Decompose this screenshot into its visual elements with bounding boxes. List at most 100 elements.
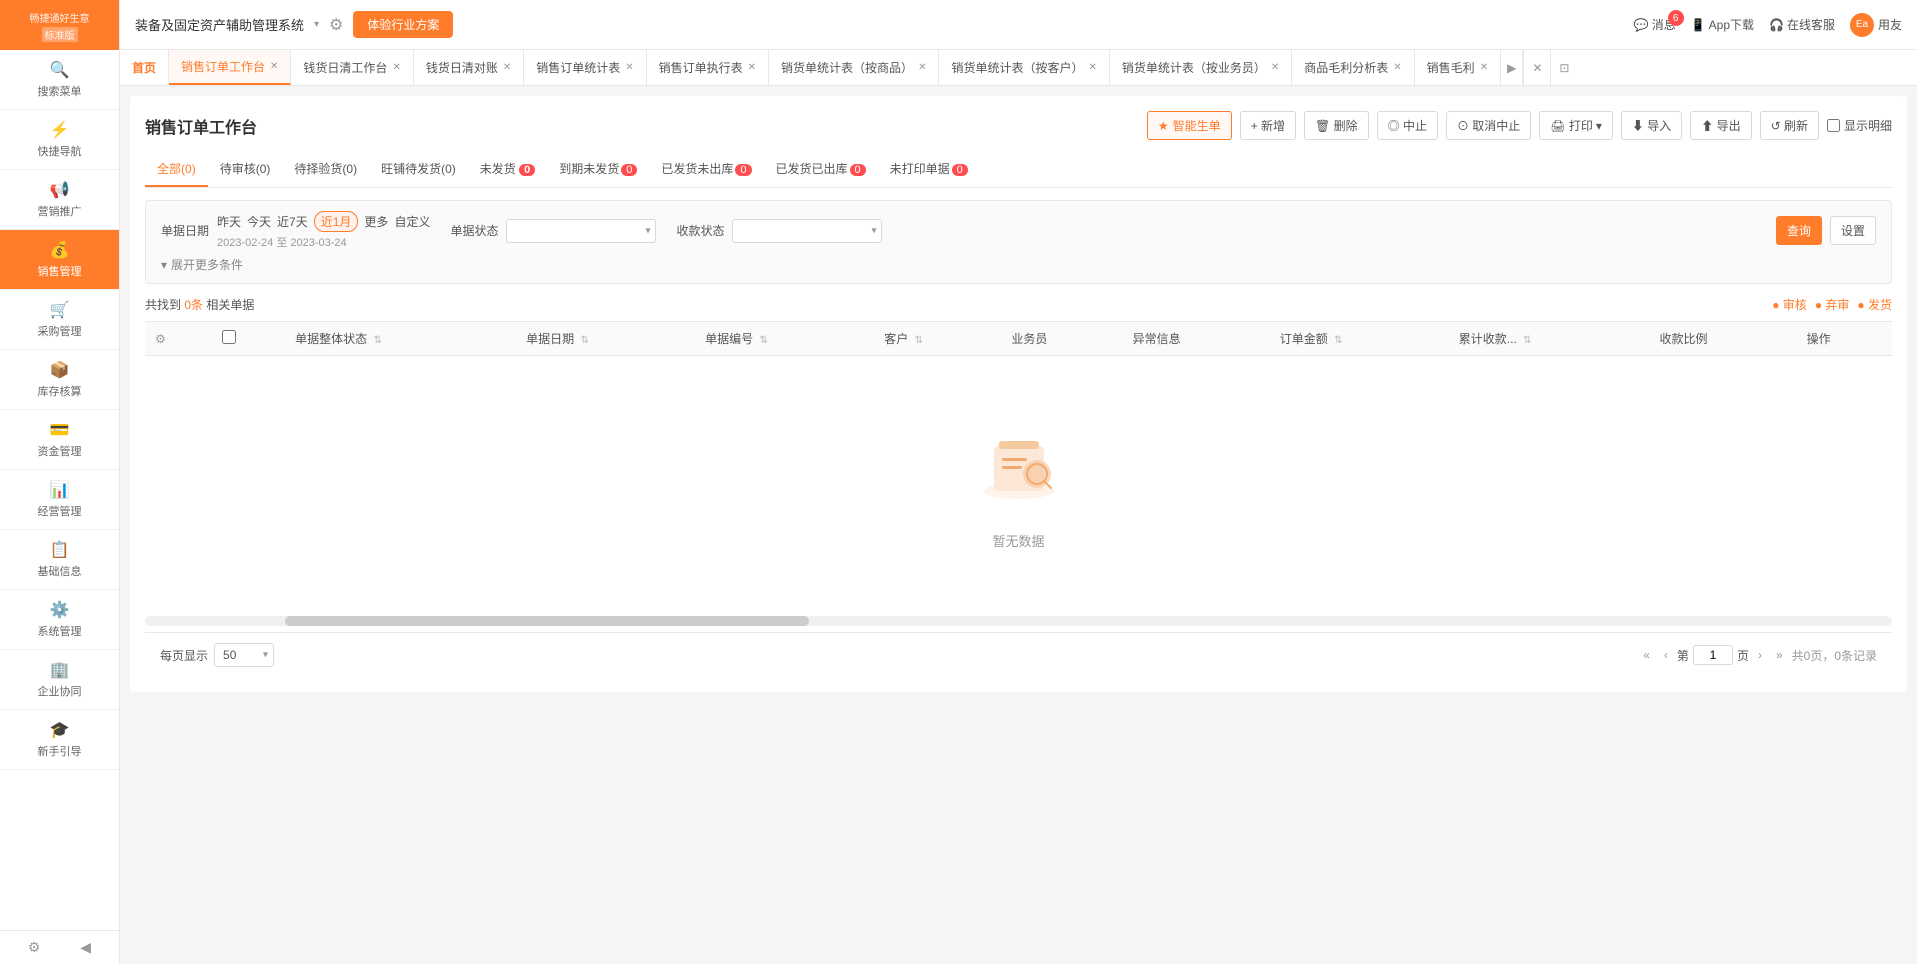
- system-dropdown-icon[interactable]: ▾: [314, 19, 319, 30]
- tab-home[interactable]: 首页: [120, 50, 169, 85]
- refresh-label: ↺ 刷新: [1771, 117, 1808, 134]
- sub-tab-shipped-not-out[interactable]: 已发货未出库0: [649, 152, 763, 187]
- user-info[interactable]: Ea 用友: [1850, 13, 1902, 37]
- tab-gross-profit[interactable]: 商品毛利分析表 ✕: [1292, 50, 1414, 85]
- tab-expand[interactable]: ⊡: [1550, 50, 1577, 85]
- tab-close-icon[interactable]: ✕: [392, 62, 400, 73]
- app-download-btn[interactable]: 📱 App下载: [1691, 16, 1754, 33]
- sort-icon: ⇅: [915, 335, 923, 346]
- sidebar-item-inventory[interactable]: 📦 库存核算: [0, 350, 119, 410]
- date-more[interactable]: 更多: [364, 213, 388, 230]
- refresh-button[interactable]: ↺ 刷新: [1760, 111, 1819, 140]
- sidebar-item-marketing[interactable]: 📢 营销推广: [0, 170, 119, 230]
- tab-close-icon[interactable]: ✕: [625, 62, 633, 73]
- import-button[interactable]: ⬇ 导入: [1621, 111, 1682, 140]
- delete-button[interactable]: 🗑 删除: [1304, 111, 1369, 140]
- tab-sales-gross[interactable]: 销售毛利 ✕: [1415, 50, 1501, 85]
- select-all-checkbox[interactable]: [222, 330, 236, 344]
- sub-tab-label: 待择验货(0): [294, 162, 357, 176]
- next-page-btn[interactable]: ›: [1753, 646, 1767, 664]
- sidebar-item-quick-nav[interactable]: ⚡ 快捷导航: [0, 110, 119, 170]
- review-action-btn[interactable]: ● 审核: [1772, 296, 1807, 313]
- top-header: 装备及固定资产辅助管理系统 ▾ ⚙ 体验行业方案 💬 消息 6 📱 App下载 …: [120, 0, 1917, 50]
- query-button[interactable]: 查询: [1776, 216, 1822, 245]
- horizontal-scrollbar[interactable]: [145, 616, 1892, 626]
- tab-close-icon[interactable]: ✕: [1480, 62, 1488, 73]
- status-select[interactable]: [506, 219, 656, 243]
- message-btn[interactable]: 💬 消息 6: [1634, 16, 1676, 33]
- tab-close-icon[interactable]: ✕: [1271, 62, 1279, 73]
- sidebar-item-purchase[interactable]: 🛒 采购管理: [0, 290, 119, 350]
- date-yesterday[interactable]: 昨天: [217, 213, 241, 230]
- col-number[interactable]: 单据编号 ⇅: [695, 322, 874, 356]
- tab-close-icon[interactable]: ✕: [748, 62, 756, 73]
- tab-close-icon[interactable]: ✕: [1088, 62, 1096, 73]
- discard-action-btn[interactable]: ● 弃审: [1815, 296, 1850, 313]
- tab-sales-workbench[interactable]: 销售订单工作台 ✕: [169, 50, 291, 85]
- sub-tab-unshipped[interactable]: 未发货 0: [468, 152, 547, 187]
- payment-select[interactable]: [732, 219, 882, 243]
- tab-sales-exec[interactable]: 销售订单执行表 ✕: [647, 50, 769, 85]
- sidebar-item-system[interactable]: ⚙️ 系统管理: [0, 590, 119, 650]
- sub-tab-shipped-out[interactable]: 已发货已出库0: [764, 152, 878, 187]
- print-button[interactable]: 🖨 打印 ▾: [1539, 111, 1613, 140]
- filter-settings-button[interactable]: 设置: [1830, 216, 1876, 245]
- sub-tab-pending-inspect[interactable]: 待择验货(0): [282, 152, 369, 187]
- new-button[interactable]: + 新增: [1240, 111, 1296, 140]
- collapse-icon[interactable]: ◀: [80, 939, 91, 956]
- tab-sales-by-customer[interactable]: 销货单统计表（按客户） ✕: [939, 50, 1109, 85]
- column-settings-icon[interactable]: ⚙: [155, 332, 166, 346]
- expand-filters-btn[interactable]: ▾ 展开更多条件: [161, 256, 1876, 273]
- show-detail-input[interactable]: [1827, 119, 1840, 132]
- export-button[interactable]: ⬆ 导出: [1690, 111, 1751, 140]
- tab-close-icon[interactable]: ✕: [918, 62, 926, 73]
- first-page-btn[interactable]: «: [1638, 646, 1655, 664]
- sub-tab-overdue-unshipped[interactable]: 到期未发货0: [547, 152, 649, 187]
- tab-sales-stats[interactable]: 销售订单统计表 ✕: [524, 50, 646, 85]
- last-page-btn[interactable]: »: [1771, 646, 1788, 664]
- date-today[interactable]: 今天: [247, 213, 271, 230]
- sub-tab-pending-review[interactable]: 待审核(0): [208, 152, 283, 187]
- tab-sales-by-product[interactable]: 销货单统计表（按商品） ✕: [769, 50, 939, 85]
- online-service-btn[interactable]: 🎧 在线客服: [1769, 16, 1835, 33]
- col-collected[interactable]: 累计收款... ⇅: [1449, 322, 1650, 356]
- tab-sales-by-staff[interactable]: 销货单统计表（按业务员） ✕: [1110, 50, 1292, 85]
- per-page-select[interactable]: 10 20 50 100: [214, 643, 274, 667]
- sidebar-item-guide[interactable]: 🎓 新手引导: [0, 710, 119, 770]
- tab-close-icon[interactable]: ✕: [503, 62, 511, 73]
- tab-cash-daily[interactable]: 钱货日清工作台 ✕: [291, 50, 413, 85]
- tab-close-all[interactable]: ✕: [1523, 50, 1550, 85]
- smart-generate-button[interactable]: ★ 智能生单: [1147, 111, 1232, 140]
- sub-tab-store-pending-ship[interactable]: 旺铺待发货(0): [369, 152, 468, 187]
- settings-footer-icon[interactable]: ⚙: [28, 939, 41, 956]
- sidebar-item-operations[interactable]: 📊 经营管理: [0, 470, 119, 530]
- tab-close-icon[interactable]: ✕: [1393, 62, 1401, 73]
- prev-page-btn[interactable]: ‹: [1659, 646, 1673, 664]
- sidebar-item-enterprise[interactable]: 🏢 企业协同: [0, 650, 119, 710]
- ship-action-btn[interactable]: ● 发货: [1857, 296, 1892, 313]
- payment-filter: 收款状态: [676, 219, 882, 243]
- show-detail-checkbox[interactable]: 显示明细: [1827, 117, 1892, 134]
- col-amount[interactable]: 订单金额 ⇅: [1270, 322, 1449, 356]
- stop-button[interactable]: ◎ 中止: [1377, 111, 1438, 140]
- sidebar-item-search[interactable]: 🔍 搜索菜单: [0, 50, 119, 110]
- date-custom[interactable]: 自定义: [394, 213, 430, 230]
- sub-tab-unprinted[interactable]: 未打印单据0: [878, 152, 980, 187]
- unshipped-count: 0: [516, 162, 535, 176]
- col-status[interactable]: 单据整体状态 ⇅: [285, 322, 516, 356]
- tab-scroll-right[interactable]: ▶: [1501, 50, 1523, 85]
- trial-button[interactable]: 体验行业方案: [353, 11, 453, 38]
- page-input[interactable]: [1693, 645, 1733, 665]
- sub-tab-all[interactable]: 全部(0): [145, 152, 208, 187]
- col-customer[interactable]: 客户 ⇅: [874, 322, 1001, 356]
- tab-close-icon[interactable]: ✕: [270, 61, 278, 72]
- tab-cash-reconcile[interactable]: 钱货日清对账 ✕: [414, 50, 524, 85]
- cancel-stop-button[interactable]: ⊙ 取消中止: [1446, 111, 1531, 140]
- date-1month[interactable]: 近1月: [314, 211, 359, 232]
- sidebar-item-sales[interactable]: 💰 销售管理: [0, 230, 119, 290]
- sidebar-item-basic-info[interactable]: 📋 基础信息: [0, 530, 119, 590]
- col-date[interactable]: 单据日期 ⇅: [516, 322, 695, 356]
- header-settings-icon[interactable]: ⚙: [329, 15, 343, 35]
- date-7days[interactable]: 近7天: [277, 213, 308, 230]
- sidebar-item-finance[interactable]: 💳 资金管理: [0, 410, 119, 470]
